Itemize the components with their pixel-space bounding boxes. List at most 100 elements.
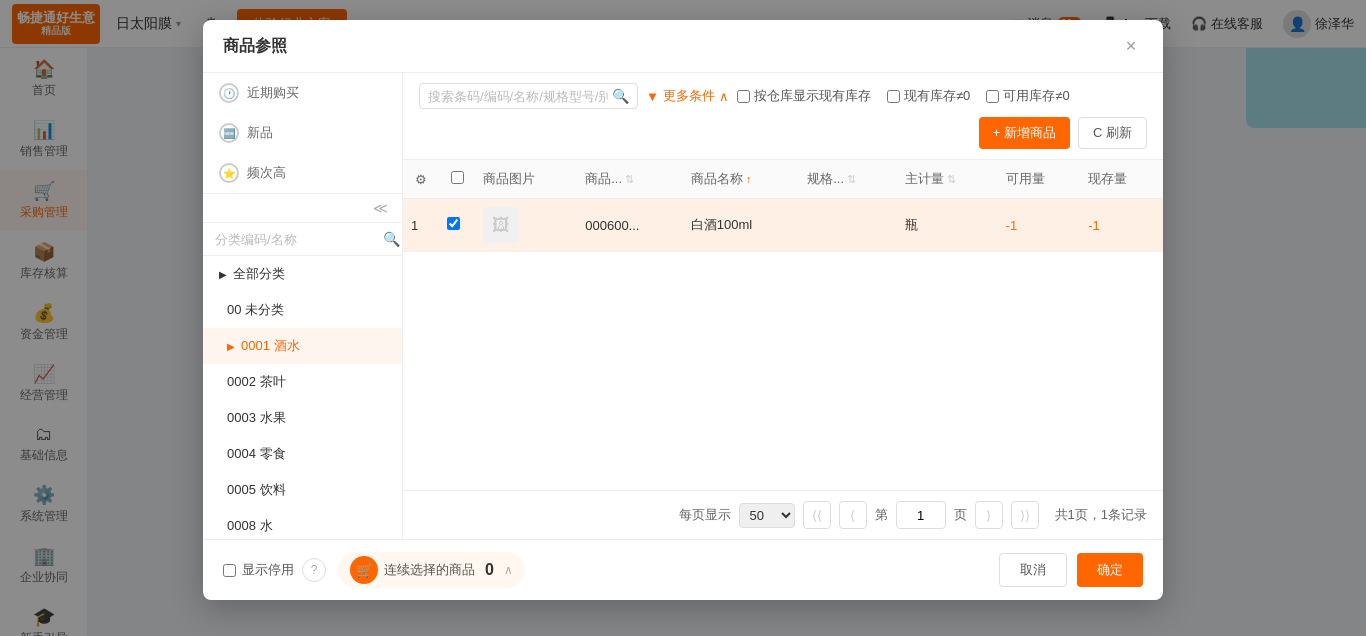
- category-search-icon[interactable]: 🔍: [383, 231, 400, 247]
- table-row[interactable]: 1 🖼 000600... 白酒100ml: [403, 199, 1163, 252]
- modal-body: 🕐 近期购买 🆕 新品 ⭐ 频次高: [203, 73, 1163, 539]
- toolbar-actions: + 新增商品 C 刷新: [979, 117, 1147, 149]
- left-panel: 🕐 近期购买 🆕 新品 ⭐ 频次高: [203, 73, 403, 539]
- col-stock: 现存量: [1080, 160, 1163, 199]
- show-disabled-checkbox[interactable]: 显示停用: [223, 561, 294, 579]
- recent-label: 近期购买: [247, 84, 299, 102]
- col-code[interactable]: 商品...: [577, 160, 683, 199]
- star-icon: ⭐: [219, 163, 239, 183]
- modal-footer: 显示停用 ? 🛒 连续选择的商品 0 ∧ 取消 确定: [203, 539, 1163, 600]
- add-product-button[interactable]: + 新增商品: [979, 117, 1070, 149]
- category-beverages[interactable]: 0005 饮料: [203, 472, 402, 508]
- category-search-input[interactable]: [215, 232, 383, 247]
- footer-left: 显示停用: [223, 561, 294, 579]
- recent-icon: 🕐: [219, 83, 239, 103]
- filter-more-button[interactable]: ▼ 更多条件 ∧: [646, 87, 729, 105]
- page-next-button[interactable]: ⟩: [975, 501, 1003, 529]
- col-name[interactable]: 商品名称: [683, 160, 799, 199]
- right-panel: 🔍 ▼ 更多条件 ∧ 按仓库显示现有库存: [403, 73, 1163, 539]
- col-checkbox: [439, 160, 475, 199]
- col-spec[interactable]: 规格...: [799, 160, 897, 199]
- cancel-button[interactable]: 取消: [999, 553, 1067, 587]
- row-index: 1: [403, 199, 439, 252]
- category-tea[interactable]: 0002 茶叶: [203, 364, 402, 400]
- show-disabled-label: 显示停用: [242, 561, 294, 579]
- checkbox-warehouse-label: 按仓库显示现有库存: [754, 87, 871, 105]
- product-search-box: 🔍: [419, 83, 638, 109]
- modal-overlay: 商品参照 × 🕐 近期购买 🆕 新品: [0, 0, 1366, 636]
- product-search-icon[interactable]: 🔍: [612, 88, 629, 104]
- col-image: 商品图片: [475, 160, 577, 199]
- checkbox-warehouse-input[interactable]: [737, 90, 750, 103]
- checkbox-available-label: 可用库存≠0: [1003, 87, 1069, 105]
- pagination-total: 共1页，1条记录: [1055, 506, 1147, 524]
- category-all[interactable]: ▶ 全部分类: [203, 256, 402, 292]
- filter-checkboxes: 按仓库显示现有库存 现有库存≠0 可用库存≠0: [737, 87, 1070, 105]
- col-settings[interactable]: ⚙: [403, 160, 439, 199]
- frequent-label: 频次高: [247, 164, 286, 182]
- search-toolbar: 🔍 ▼ 更多条件 ∧ 按仓库显示现有库存: [403, 73, 1163, 160]
- checkbox-stock-label: 现有库存≠0: [904, 87, 970, 105]
- product-table-wrapper: ⚙ 商品图片 商品... 商品名称 规格... 主计量 可用量: [403, 160, 1163, 490]
- tab-new[interactable]: 🆕 新品: [203, 113, 402, 153]
- per-page-select[interactable]: 50 10 20 100: [739, 503, 795, 528]
- category-uncategorized[interactable]: 00 未分类: [203, 292, 402, 328]
- col-available: 可用量: [998, 160, 1081, 199]
- page-last-button[interactable]: ⟩⟩: [1011, 501, 1039, 529]
- row-stock: -1: [1080, 199, 1163, 252]
- row-checkbox[interactable]: [439, 199, 475, 252]
- show-disabled-input[interactable]: [223, 564, 236, 577]
- new-icon: 🆕: [219, 123, 239, 143]
- col-unit[interactable]: 主计量: [897, 160, 998, 199]
- row-available: -1: [998, 199, 1081, 252]
- page-suffix: 页: [954, 506, 967, 524]
- cart-section[interactable]: 🛒 连续选择的商品 0 ∧: [338, 552, 525, 588]
- product-search-input[interactable]: [428, 89, 608, 104]
- checkbox-stock-input[interactable]: [887, 90, 900, 103]
- left-tabs: 🕐 近期购买 🆕 新品 ⭐ 频次高: [203, 73, 402, 194]
- page-label: 第: [875, 506, 888, 524]
- pagination: 每页显示 50 10 20 100 ⟨⟨ ⟨ 第 页 ⟩ ⟩⟩: [403, 490, 1163, 539]
- help-button[interactable]: ?: [302, 558, 326, 582]
- cart-label: 连续选择的商品: [384, 561, 475, 579]
- all-categories-arrow: ▶: [219, 269, 227, 280]
- category-snacks[interactable]: 0004 零食: [203, 436, 402, 472]
- checkbox-warehouse[interactable]: 按仓库显示现有库存: [737, 87, 871, 105]
- filter-icon: ▼: [646, 89, 659, 104]
- per-page-label: 每页显示: [679, 506, 731, 524]
- checkbox-available[interactable]: 可用库存≠0: [986, 87, 1069, 105]
- collapse-button[interactable]: ≪: [203, 194, 402, 223]
- cart-arrow-icon: ∧: [504, 563, 513, 577]
- select-all-checkbox[interactable]: [451, 171, 464, 184]
- modal-header: 商品参照 ×: [203, 20, 1163, 73]
- page-first-button[interactable]: ⟨⟨: [803, 501, 831, 529]
- product-table: ⚙ 商品图片 商品... 商品名称 规格... 主计量 可用量: [403, 160, 1163, 252]
- collapse-icon: ≪: [367, 198, 394, 218]
- filter-more-label: 更多条件: [663, 87, 715, 105]
- checkbox-stock[interactable]: 现有库存≠0: [887, 87, 970, 105]
- category-water[interactable]: 0008 水: [203, 508, 402, 539]
- page-prev-button[interactable]: ⟨: [839, 501, 867, 529]
- modal-title: 商品参照: [223, 36, 287, 57]
- tab-recent[interactable]: 🕐 近期购买: [203, 73, 402, 113]
- category-list: ▶ 全部分类 00 未分类 ▶ 0001 酒水 0002 茶叶: [203, 256, 402, 539]
- checkbox-available-input[interactable]: [986, 90, 999, 103]
- row-name: 白酒100ml: [683, 199, 799, 252]
- category-search: 🔍: [203, 223, 402, 256]
- page-input[interactable]: [896, 501, 946, 529]
- footer-right: 取消 确定: [999, 553, 1143, 587]
- row-select-checkbox[interactable]: [447, 217, 460, 230]
- refresh-button[interactable]: C 刷新: [1078, 117, 1147, 149]
- confirm-button[interactable]: 确定: [1077, 553, 1143, 587]
- modal-close-button[interactable]: ×: [1119, 34, 1143, 58]
- tab-frequent[interactable]: ⭐ 频次高: [203, 153, 402, 193]
- row-code: 000600...: [577, 199, 683, 252]
- category-fruit[interactable]: 0003 水果: [203, 400, 402, 436]
- product-image: 🖼: [483, 207, 519, 243]
- category-liquor[interactable]: ▶ 0001 酒水: [203, 328, 402, 364]
- row-spec: [799, 199, 897, 252]
- cart-icon: 🛒: [350, 556, 378, 584]
- cart-count: 0: [485, 561, 494, 579]
- row-image: 🖼: [475, 199, 577, 252]
- active-category-arrow: ▶: [227, 341, 235, 352]
